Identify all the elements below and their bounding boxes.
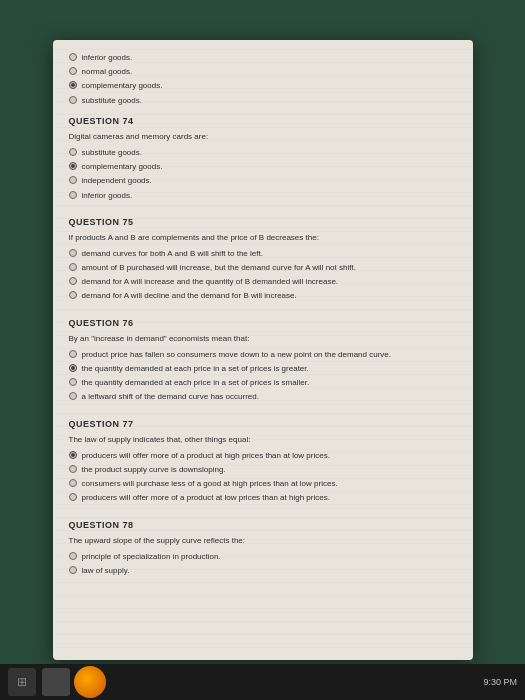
option-item[interactable]: producers will offer more of a product a… <box>69 492 457 503</box>
option-item[interactable]: complementary goods. <box>69 161 457 172</box>
question-block-q75: QUESTION 75 If products A and B are compl… <box>69 217 457 302</box>
option-label: producers will offer more of a product a… <box>82 492 330 503</box>
option-label: complementary goods. <box>82 161 163 172</box>
question-text-q76: By an "increase in demand" economists me… <box>69 333 457 344</box>
option-label: law of supply. <box>82 565 130 576</box>
radio-circle <box>69 162 77 170</box>
option-label: the quantity demanded at each price in a… <box>82 377 310 388</box>
option-label: consumers will purchase less of a good a… <box>82 478 338 489</box>
option-list-q75: demand curves for both A and B will shif… <box>69 248 457 302</box>
taskbar-icon-1[interactable] <box>42 668 70 696</box>
option-list-q78: principle of specialization in productio… <box>69 551 457 576</box>
question-block-q77: QUESTION 77 The law of supply indicates t… <box>69 419 457 504</box>
option-label: a leftward shift of the demand curve has… <box>82 391 259 402</box>
radio-circle <box>69 96 77 104</box>
radio-circle <box>69 378 77 386</box>
option-label: demand for A will decline and the demand… <box>82 290 297 301</box>
radio-circle <box>69 479 77 487</box>
radio-circle <box>69 176 77 184</box>
option-item[interactable]: law of supply. <box>69 565 457 576</box>
option-item[interactable]: inferior goods. <box>69 190 457 201</box>
option-item[interactable]: producers will offer more of a product a… <box>69 450 457 461</box>
option-item[interactable]: product price has fallen so consumers mo… <box>69 349 457 360</box>
radio-circle <box>69 191 77 199</box>
option-list-q77: producers will offer more of a product a… <box>69 450 457 504</box>
radio-circle <box>69 392 77 400</box>
option-label: the quantity demanded at each price in a… <box>82 363 309 374</box>
document-screen: inferior goods. normal goods. complementar… <box>53 40 473 660</box>
option-label: principle of specialization in productio… <box>82 551 221 562</box>
radio-circle <box>69 277 77 285</box>
option-item[interactable]: the quantity demanded at each price in a… <box>69 363 457 374</box>
partial-top-section: inferior goods. normal goods. complementar… <box>69 52 457 106</box>
option-label: demand for A will increase and the quant… <box>82 276 339 287</box>
radio-circle <box>69 552 77 560</box>
option-label: inferior goods. <box>82 52 133 63</box>
option-label: complementary goods. <box>82 80 163 91</box>
option-label: amount of B purchased will increase, but… <box>82 262 356 273</box>
radio-circle <box>69 451 77 459</box>
radio-circle <box>69 291 77 299</box>
option-item[interactable]: inferior goods. <box>69 52 457 63</box>
question-text-q78: The upward slope of the supply curve ref… <box>69 535 457 546</box>
question-block-q74: QUESTION 74 Digital cameras and memory ca… <box>69 116 457 201</box>
option-item[interactable]: substitute goods. <box>69 95 457 106</box>
option-item[interactable]: a leftward shift of the demand curve has… <box>69 391 457 402</box>
option-item[interactable]: the product supply curve is downsloping. <box>69 464 457 475</box>
question-block-q78: QUESTION 78 The upward slope of the suppl… <box>69 520 457 577</box>
option-label: producers will offer more of a product a… <box>82 450 330 461</box>
partial-options-list: inferior goods. normal goods. complementar… <box>69 52 457 106</box>
radio-circle <box>69 566 77 574</box>
taskbar-time: 9:30 PM <box>483 677 517 687</box>
option-item[interactable]: principle of specialization in productio… <box>69 551 457 562</box>
option-item[interactable]: consumers will purchase less of a good a… <box>69 478 457 489</box>
option-label: independent goods. <box>82 175 152 186</box>
question-title-q78: QUESTION 78 <box>69 520 457 530</box>
option-item[interactable]: substitute goods. <box>69 147 457 158</box>
question-title-q77: QUESTION 77 <box>69 419 457 429</box>
start-button[interactable]: ⊞ <box>8 668 36 696</box>
radio-circle <box>69 81 77 89</box>
firefox-icon[interactable] <box>74 666 106 698</box>
radio-circle <box>69 67 77 75</box>
question-text-q74: Digital cameras and memory cards are: <box>69 131 457 142</box>
question-title-q76: QUESTION 76 <box>69 318 457 328</box>
radio-circle <box>69 53 77 61</box>
option-list-q74: substitute goods. complementary goods. ind… <box>69 147 457 201</box>
question-title-q75: QUESTION 75 <box>69 217 457 227</box>
question-text-q75: If products A and B are complements and … <box>69 232 457 243</box>
option-label: inferior goods. <box>82 190 133 201</box>
radio-circle <box>69 148 77 156</box>
option-label: substitute goods. <box>82 95 142 106</box>
option-item[interactable]: complementary goods. <box>69 80 457 91</box>
option-item[interactable]: demand for A will increase and the quant… <box>69 276 457 287</box>
question-title-q74: QUESTION 74 <box>69 116 457 126</box>
option-label: substitute goods. <box>82 147 142 158</box>
radio-circle <box>69 263 77 271</box>
option-item[interactable]: demand curves for both A and B will shif… <box>69 248 457 259</box>
option-label: product price has fallen so consumers mo… <box>82 349 392 360</box>
question-block-q76: QUESTION 76 By an "increase in demand" ec… <box>69 318 457 403</box>
option-label: the product supply curve is downsloping. <box>82 464 226 475</box>
option-item[interactable]: independent goods. <box>69 175 457 186</box>
option-item[interactable]: amount of B purchased will increase, but… <box>69 262 457 273</box>
radio-circle <box>69 493 77 501</box>
radio-circle <box>69 350 77 358</box>
radio-circle <box>69 465 77 473</box>
radio-circle <box>69 364 77 372</box>
option-item[interactable]: the quantity demanded at each price in a… <box>69 377 457 388</box>
option-item[interactable]: demand for A will decline and the demand… <box>69 290 457 301</box>
option-label: normal goods. <box>82 66 133 77</box>
question-text-q77: The law of supply indicates that, other … <box>69 434 457 445</box>
option-label: demand curves for both A and B will shif… <box>82 248 263 259</box>
radio-circle <box>69 249 77 257</box>
option-list-q76: product price has fallen so consumers mo… <box>69 349 457 403</box>
option-item[interactable]: normal goods. <box>69 66 457 77</box>
